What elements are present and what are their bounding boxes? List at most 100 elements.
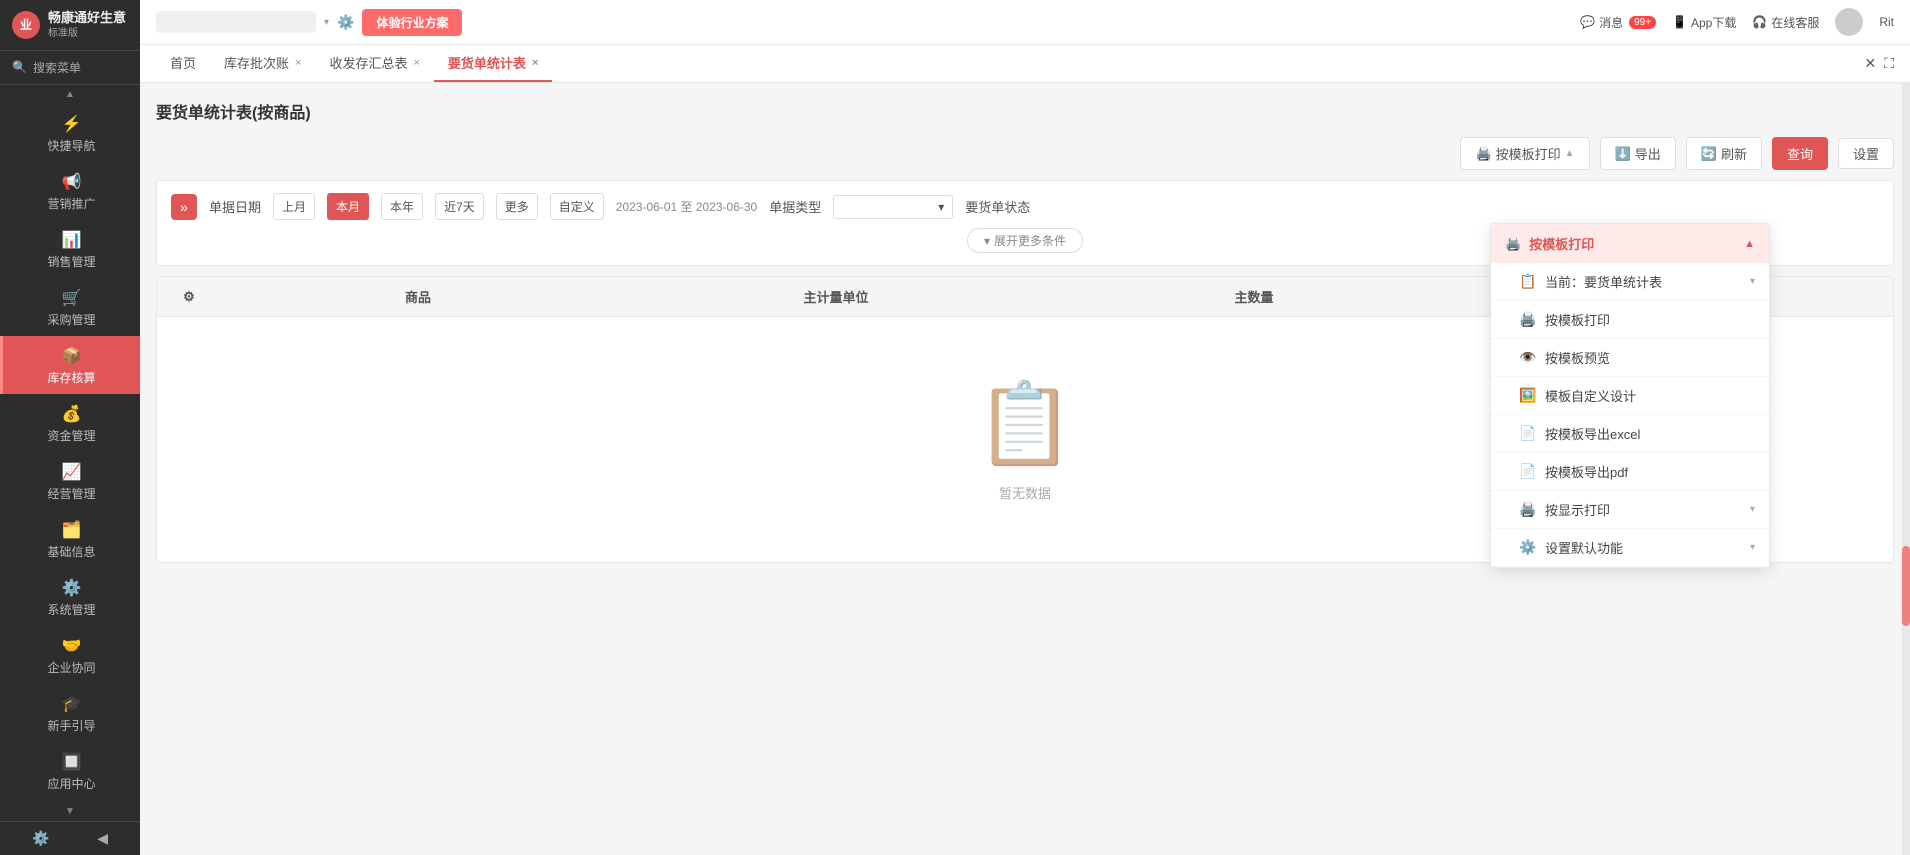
print-dropdown-arrow: ▲ xyxy=(1565,148,1575,159)
app-download-label: App下载 xyxy=(1691,14,1736,31)
type-select[interactable]: ▾ xyxy=(833,195,953,219)
sidebar-item-inventory[interactable]: 📦 库存核算 xyxy=(0,336,140,394)
refresh-btn[interactable]: 🔄 刷新 xyxy=(1686,137,1762,170)
sidebar-item-finance[interactable]: 💰 资金管理 xyxy=(0,394,140,452)
sidebar-item-basic[interactable]: 🗂️ 基础信息 xyxy=(0,510,140,568)
tab-receipt-summary[interactable]: 收发存汇总表 × xyxy=(315,45,433,82)
dropdown-export-pdf[interactable]: 📄 按模板导出pdf xyxy=(1491,453,1769,491)
breadcrumb-input[interactable] xyxy=(156,11,316,33)
display-print-label: 按显示打印 xyxy=(1545,500,1740,519)
print-template-btn[interactable]: 🖨️ 按模板打印 ▲ xyxy=(1460,137,1589,170)
refresh-label: 刷新 xyxy=(1721,144,1747,163)
action-bar: 🖨️ 按模板打印 ▲ ⬇️ 导出 🔄 刷新 查询 设置 xyxy=(156,137,1894,170)
message-btn[interactable]: 💬 消息 99+ xyxy=(1580,14,1656,31)
sidebar-item-purchase[interactable]: 🛒 采购管理 xyxy=(0,278,140,336)
online-service-btn[interactable]: 🎧 在线客服 xyxy=(1752,14,1819,31)
expand-more-btn[interactable]: ▾ 展开更多条件 xyxy=(967,228,1083,253)
apps-icon: 🔲 xyxy=(62,752,82,772)
type-filter-label: 单据类型 xyxy=(769,197,821,216)
current-icon: 📋 xyxy=(1519,273,1535,290)
sidebar-item-label: 系统管理 xyxy=(47,601,95,618)
dropdown-header-arrow: ▲ xyxy=(1744,238,1755,250)
date-btn-more[interactable]: 更多 xyxy=(496,193,538,220)
dropdown-set-default[interactable]: ⚙️ 设置默认功能 ▾ xyxy=(1491,529,1769,567)
finance-icon: 💰 xyxy=(62,404,82,424)
header-left: ▾ ⚙️ 体验行业方案 xyxy=(156,9,462,36)
date-btn-last-month[interactable]: 上月 xyxy=(273,193,315,220)
dropdown-header[interactable]: 🖨️ 按模板打印 ▲ xyxy=(1491,224,1769,263)
template-custom-label: 模板自定义设计 xyxy=(1545,386,1755,405)
sidebar-item-label: 经营管理 xyxy=(47,485,95,502)
dropdown-template-custom[interactable]: 🖼️ 模板自定义设计 xyxy=(1491,377,1769,415)
filter-expand-btn[interactable]: » xyxy=(171,194,197,220)
message-badge: 99+ xyxy=(1629,16,1656,29)
service-icon: 🎧 xyxy=(1752,15,1767,29)
header-gear-btn[interactable]: ⚙️ xyxy=(337,14,354,31)
expand-more-label: 展开更多条件 xyxy=(994,232,1066,249)
date-btn-custom[interactable]: 自定义 xyxy=(550,193,604,220)
export-label: 导出 xyxy=(1635,144,1661,163)
display-print-icon: 🖨️ xyxy=(1519,501,1535,518)
export-pdf-icon: 📄 xyxy=(1519,463,1535,480)
sidebar-scroll-up[interactable]: ▲ xyxy=(0,85,140,104)
sidebar-scroll-down[interactable]: ▼ xyxy=(0,802,140,821)
guide-icon: 🎓 xyxy=(62,694,82,714)
sidebar-item-quick-nav[interactable]: ⚡ 快捷导航 xyxy=(0,104,140,162)
collapse-footer-btn[interactable]: ◀ xyxy=(97,830,108,847)
tab-inventory-batch-close[interactable]: × xyxy=(295,57,301,69)
sidebar-item-marketing[interactable]: 📢 营销推广 xyxy=(0,162,140,220)
export-excel-label: 按模板导出excel xyxy=(1545,424,1755,443)
settings-footer-btn[interactable]: ⚙️ xyxy=(32,830,49,847)
search-menu-item[interactable]: 🔍 搜索菜单 xyxy=(0,51,140,85)
breadcrumb-dropdown-arrow[interactable]: ▾ xyxy=(324,17,329,28)
template-custom-icon: 🖼️ xyxy=(1519,387,1535,404)
dropdown-current-label: 当前：要货单统计表 xyxy=(1545,272,1740,291)
query-btn[interactable]: 查询 xyxy=(1772,137,1828,170)
dropdown-current-item[interactable]: 📋 当前：要货单统计表 ▾ xyxy=(1491,263,1769,301)
template-preview-label: 按模板预览 xyxy=(1545,348,1755,367)
tab-order-stats[interactable]: 要货单统计表 × xyxy=(434,45,552,82)
col-settings[interactable]: ⚙ xyxy=(169,289,209,305)
date-btn-last-7-days[interactable]: 近7天 xyxy=(435,193,484,220)
tab-receipt-summary-close[interactable]: × xyxy=(413,57,419,69)
dropdown-template-print[interactable]: 🖨️ 按模板打印 xyxy=(1491,301,1769,339)
sidebar-item-label: 资金管理 xyxy=(47,427,95,444)
username-label: Rit xyxy=(1879,15,1894,29)
sidebar-footer: ⚙️ ◀ xyxy=(0,821,140,855)
settings-label: 设置 xyxy=(1853,147,1879,162)
sidebar-logo: 业 畅康通好生意 标准版 xyxy=(0,0,140,51)
tabs-close-all-btn[interactable]: ✕ xyxy=(1864,55,1876,72)
right-scrollbar[interactable] xyxy=(1902,83,1910,855)
header-right: 💬 消息 99+ 📱 App下载 🎧 在线客服 Rit xyxy=(1580,8,1894,36)
sidebar-item-guide[interactable]: 🎓 新手引导 xyxy=(0,684,140,742)
search-icon: 🔍 xyxy=(12,60,27,74)
sidebar-item-apps[interactable]: 🔲 应用中心 xyxy=(0,742,140,800)
dropdown-template-preview[interactable]: 👁️ 按模板预览 xyxy=(1491,339,1769,377)
online-service-label: 在线客服 xyxy=(1771,14,1819,31)
purchase-icon: 🛒 xyxy=(62,288,82,308)
edition-label: 标准版 xyxy=(48,27,126,40)
avatar[interactable] xyxy=(1835,8,1863,36)
date-btn-this-month[interactable]: 本月 xyxy=(327,193,369,220)
settings-btn[interactable]: 设置 xyxy=(1838,138,1894,169)
print-icon: 🖨️ xyxy=(1475,146,1491,162)
date-btn-this-year[interactable]: 本年 xyxy=(381,193,423,220)
main-area: ▾ ⚙️ 体验行业方案 💬 消息 99+ 📱 App下载 🎧 在线客服 Rit xyxy=(140,0,1910,855)
dropdown-export-excel[interactable]: 📄 按模板导出excel xyxy=(1491,415,1769,453)
template-print-icon: 🖨️ xyxy=(1519,311,1535,328)
sidebar-item-sales[interactable]: 📊 销售管理 xyxy=(0,220,140,278)
tab-home[interactable]: 首页 xyxy=(156,45,210,82)
trial-btn[interactable]: 体验行业方案 xyxy=(362,9,462,36)
export-btn[interactable]: ⬇️ 导出 xyxy=(1600,137,1676,170)
sidebar-item-collab[interactable]: 🤝 企业协同 xyxy=(0,626,140,684)
sidebar-item-operation[interactable]: 📈 经营管理 xyxy=(0,452,140,510)
order-status-label: 要货单状态 xyxy=(965,197,1030,216)
empty-text: 暂无数据 xyxy=(999,483,1051,502)
tabs-expand-btn[interactable]: ⛶ xyxy=(1884,55,1894,72)
brand-name: 畅康通好生意 xyxy=(48,10,126,27)
tab-inventory-batch[interactable]: 库存批次账 × xyxy=(210,45,315,82)
sidebar-item-system[interactable]: ⚙️ 系统管理 xyxy=(0,568,140,626)
tab-order-stats-close[interactable]: × xyxy=(532,57,538,69)
app-download-btn[interactable]: 📱 App下载 xyxy=(1672,14,1736,31)
dropdown-display-print[interactable]: 🖨️ 按显示打印 ▾ xyxy=(1491,491,1769,529)
